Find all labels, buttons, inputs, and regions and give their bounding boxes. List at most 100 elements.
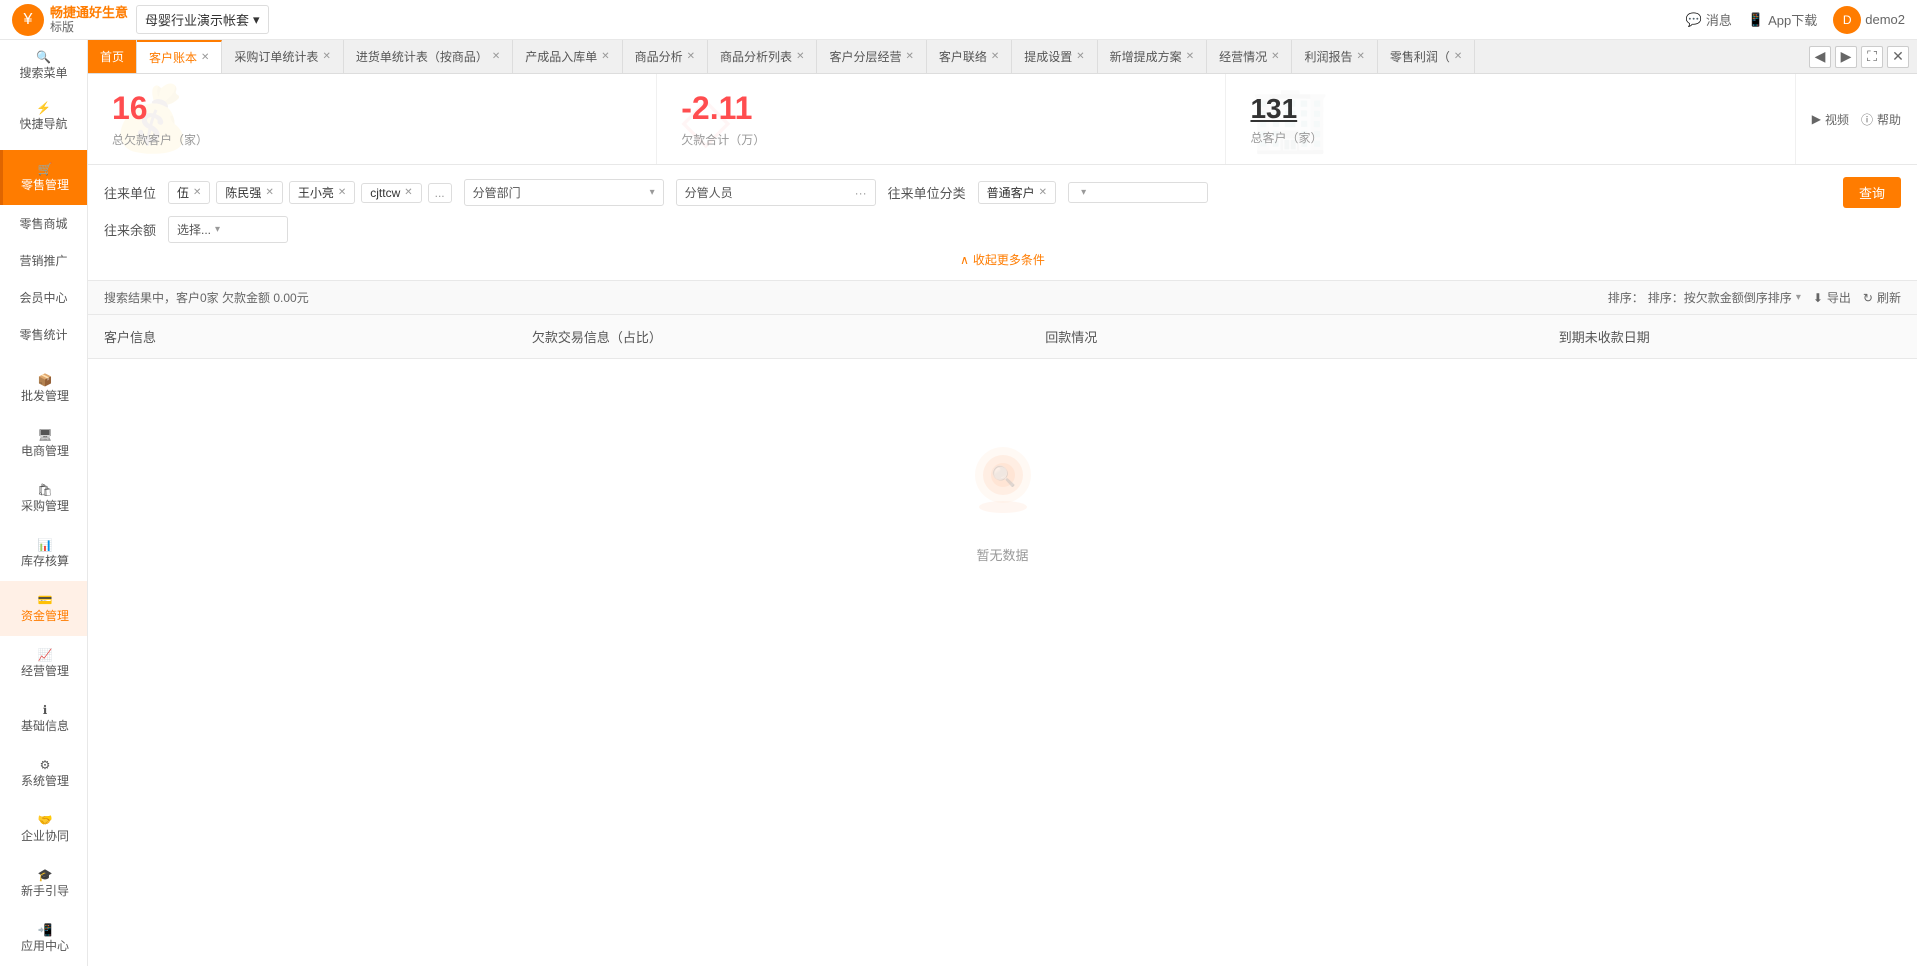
sidebar-item-batch-manage[interactable]: 📦 批发管理	[0, 361, 87, 416]
filter-dept-select[interactable]: 分管部门 ▾	[464, 179, 664, 206]
sort-select[interactable]: 排序： 排序：按欠款金额倒序排序 ▾	[1608, 289, 1801, 306]
collapse-btn[interactable]: ∧ 收起更多条件	[960, 251, 1045, 268]
sidebar-item-enterprise[interactable]: 🤝 企业协同	[0, 801, 87, 856]
tab-goods-analysis-list[interactable]: 商品分析列表 ✕	[708, 40, 817, 73]
sidebar-item-member-center[interactable]: 会员中心	[0, 279, 87, 316]
tab-maximize-btn[interactable]: ⛶	[1861, 46, 1883, 68]
refresh-icon: ↻	[1863, 291, 1873, 305]
tab-customer-contact[interactable]: 客户联络 ✕	[927, 40, 1012, 73]
tab-customer-account[interactable]: 客户账本 ✕	[137, 40, 222, 73]
filter-tag-normal-customer[interactable]: 普通客户 ✕	[978, 181, 1056, 204]
tab-purchase-order[interactable]: 采购订单统计表 ✕	[222, 40, 343, 73]
filter-more-btn[interactable]: ...	[428, 183, 452, 203]
sidebar-item-capital[interactable]: 💳 资金管理	[0, 581, 87, 636]
sidebar-item-operation[interactable]: 📈 经营管理	[0, 636, 87, 691]
tab-close-icon-3[interactable]: ✕	[492, 51, 500, 62]
tab-profit-report[interactable]: 利润报告 ✕	[1292, 40, 1377, 73]
filter-balance-select[interactable]: 选择... ▾	[168, 216, 288, 243]
tab-promote-settings[interactable]: 提成设置 ✕	[1012, 40, 1097, 73]
collapse-row: ∧ 收起更多条件	[104, 251, 1901, 268]
table-area: 客户信息 欠款交易信息（占比） 回款情况 到期未收款日期 🔍	[88, 315, 1917, 966]
tab-close-icon-9[interactable]: ✕	[1076, 51, 1084, 62]
video-link[interactable]: ▶ 视频	[1812, 111, 1849, 128]
tab-close-icon-13[interactable]: ✕	[1454, 51, 1462, 62]
tab-close-icon-2[interactable]: ✕	[322, 51, 330, 62]
sidebar-item-ecommerce[interactable]: 🖥 电商管理	[0, 416, 87, 471]
customer-account-tab-label: 客户账本	[149, 49, 197, 66]
chevron-down-icon-dept: ▾	[650, 187, 655, 198]
stat-label-total-customers: 总客户（家）	[1250, 129, 1322, 146]
sidebar-item-quicknav[interactable]: ⚡ 快捷导航	[0, 91, 87, 142]
tab-stock-stats[interactable]: 进货单统计表（按商品） ✕	[344, 40, 513, 73]
tab-retail-profit[interactable]: 零售利润（ ✕	[1378, 40, 1475, 73]
filter-tag-chen-label: 陈民强	[225, 184, 261, 201]
app-download-btn[interactable]: 📱 App下载	[1748, 10, 1817, 29]
tab-goods-analysis[interactable]: 商品分析 ✕	[623, 40, 708, 73]
tab-customer-segment[interactable]: 客户分层经营 ✕	[817, 40, 926, 73]
sidebar-item-marketing[interactable]: 营销推广	[0, 242, 87, 279]
filter-person-label: 分管人员	[685, 184, 733, 201]
tab-add-promote[interactable]: 新增提成方案 ✕	[1098, 40, 1207, 73]
filter-tag-normal-close[interactable]: ✕	[1039, 187, 1047, 198]
sidebar-item-system[interactable]: ⚙ 系统管理	[0, 746, 87, 801]
help-link[interactable]: ⓘ 帮助	[1861, 111, 1901, 128]
user-area[interactable]: D demo2	[1833, 6, 1905, 34]
sidebar-item-purchase[interactable]: 🛍 采购管理	[0, 471, 87, 526]
stat-value-debt-customers: 16	[112, 90, 208, 127]
stat-value-total-customers[interactable]: 131	[1250, 93, 1322, 125]
tab-next-btn[interactable]: ▶	[1835, 46, 1857, 68]
tab-close-icon-4[interactable]: ✕	[601, 51, 609, 62]
refresh-btn[interactable]: ↻ 刷新	[1863, 289, 1901, 306]
filter-unit-class-select[interactable]: ▾	[1068, 182, 1208, 203]
filter-person-select[interactable]: 分管人员 ···	[676, 179, 876, 206]
query-button[interactable]: 查询	[1843, 177, 1901, 208]
tab-close-icon[interactable]: ✕	[201, 52, 209, 63]
filter-person-more[interactable]: ···	[855, 186, 867, 200]
filter-right: 查询	[1843, 177, 1901, 208]
tab-close-icon-7[interactable]: ✕	[905, 51, 913, 62]
goods-analysis-tab-label: 商品分析	[635, 48, 683, 65]
filter-tag-wu-close[interactable]: ✕	[193, 187, 201, 198]
collapse-icon: ∧	[960, 253, 969, 267]
sidebar-item-inventory[interactable]: 📊 库存核算	[0, 526, 87, 581]
sidebar-item-basic-info[interactable]: ℹ 基础信息	[0, 691, 87, 746]
batch-manage-label: 批发管理	[11, 387, 79, 404]
filter-tag-cj[interactable]: cjttcw ✕	[361, 183, 421, 203]
filter-tag-chen[interactable]: 陈民强 ✕	[216, 181, 282, 204]
col-header-debt: 欠款交易信息（占比）	[532, 327, 1045, 346]
tab-close-icon-6[interactable]: ✕	[796, 51, 804, 62]
tab-close-icon-10[interactable]: ✕	[1186, 51, 1194, 62]
sidebar-item-app-center[interactable]: 📲 应用中心	[0, 911, 87, 966]
tabbar: 首页 客户账本 ✕ 采购订单统计表 ✕ 进货单统计表（按商品） ✕ 产成品入库单…	[88, 40, 1917, 74]
filter-tag-cj-close[interactable]: ✕	[404, 187, 412, 198]
sidebar-item-newbie[interactable]: 🎓 新手引导	[0, 856, 87, 911]
filter-tag-wang[interactable]: 王小亮 ✕	[289, 181, 355, 204]
tab-prev-btn[interactable]: ◀	[1809, 46, 1831, 68]
sidebar-item-retail-mall[interactable]: 零售商城	[0, 205, 87, 242]
sidebar-item-retail-manage[interactable]: 🛒 零售管理	[0, 150, 87, 205]
message-btn[interactable]: 💬 消息	[1686, 10, 1732, 29]
sidebar: 🔍 搜索菜单 ⚡ 快捷导航 🛒 零售管理 零售商城 营销推广 会员中心 零售统计…	[0, 40, 88, 966]
tab-close-icon-11[interactable]: ✕	[1271, 51, 1279, 62]
sidebar-item-search[interactable]: 🔍 搜索菜单	[0, 40, 87, 91]
stat-debt-customers: 💰 16 总欠款客户（家）	[88, 74, 657, 164]
tab-close-icon-5[interactable]: ✕	[687, 51, 695, 62]
sidebar-item-retail-stats[interactable]: 零售统计	[0, 316, 87, 353]
retail-manage-icon: 🛒	[11, 162, 79, 176]
tab-close-icon-12[interactable]: ✕	[1357, 51, 1365, 62]
tab-close-all-btn[interactable]: ✕	[1887, 46, 1909, 68]
tab-close-icon-8[interactable]: ✕	[991, 51, 999, 62]
app-center-icon: 📲	[11, 923, 79, 937]
filter-tag-chen-close[interactable]: ✕	[265, 187, 273, 198]
tab-operation-status[interactable]: 经营情况 ✕	[1207, 40, 1292, 73]
filter-unit-class-tags: 普通客户 ✕	[978, 181, 1056, 204]
filter-tag-normal-label: 普通客户	[987, 184, 1035, 201]
video-label: 视频	[1825, 111, 1849, 128]
tab-home[interactable]: 首页	[88, 40, 137, 73]
tab-cost-in[interactable]: 产成品入库单 ✕	[513, 40, 622, 73]
filter-tag-wu[interactable]: 伍 ✕	[168, 181, 210, 204]
company-selector[interactable]: 母婴行业演示帐套 ▾	[136, 5, 269, 34]
enterprise-label: 企业协同	[11, 827, 79, 844]
export-btn[interactable]: ⬇ 导出	[1813, 289, 1851, 306]
filter-tag-wang-close[interactable]: ✕	[338, 187, 346, 198]
